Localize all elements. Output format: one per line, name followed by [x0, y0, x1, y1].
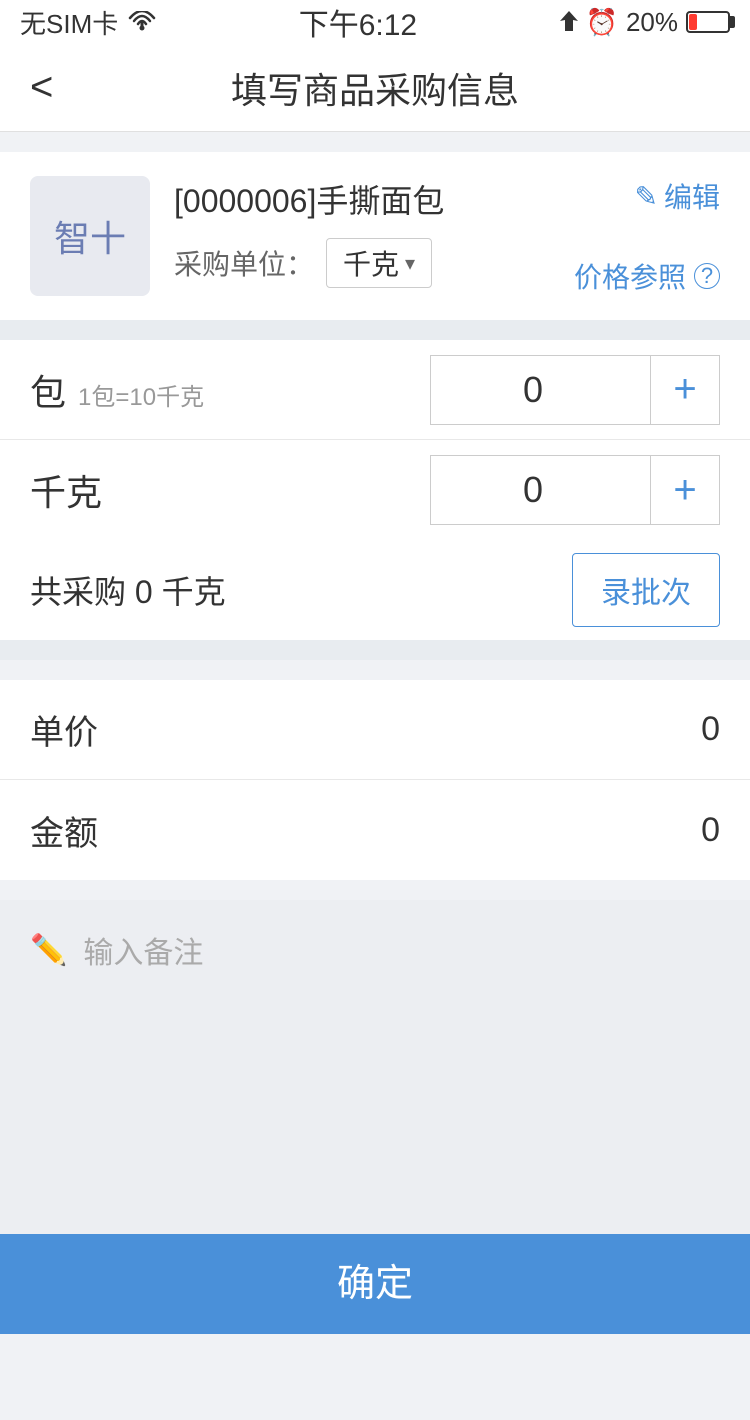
edit-label: 编辑 — [664, 176, 720, 216]
kg-label: 千克 — [30, 464, 102, 516]
alarm-icon: ⏰ — [586, 7, 618, 38]
carrier-text: 无SIM卡 — [20, 4, 118, 41]
confirm-button[interactable]: 确定 — [0, 1234, 750, 1334]
battery-percent: 20% — [626, 7, 678, 38]
batch-button[interactable]: 录批次 — [572, 553, 720, 627]
bag-label-group: 包 1包=10千克 — [30, 364, 430, 416]
section-divider-1 — [0, 320, 750, 340]
bag-input-row: 包 1包=10千克 + — [0, 340, 750, 440]
kg-plus-button[interactable]: + — [650, 455, 720, 525]
price-value: 0 — [701, 710, 720, 749]
bag-sublabel: 1包=10千克 — [78, 377, 204, 412]
input-section: 包 1包=10千克 + 千克 + — [0, 340, 750, 540]
battery-icon — [686, 11, 730, 33]
help-icon: ? — [694, 263, 720, 289]
status-bar: 无SIM卡 下午6:12 ⏰ 20% — [0, 0, 750, 44]
bag-plus-button[interactable]: + — [650, 355, 720, 425]
status-bar-left: 无SIM卡 — [20, 4, 156, 41]
status-bar-right: ⏰ 20% — [560, 7, 730, 38]
product-card: 智十 [0000006]手撕面包 采购单位： 千克 ▾ ✎ 编辑 价格参照 ? — [0, 152, 750, 320]
edit-icon: ✎ — [635, 180, 658, 213]
price-row: 单价 0 — [0, 680, 750, 780]
amount-label: 金额 — [30, 806, 98, 855]
product-image: 智十 — [30, 176, 150, 296]
price-label: 单价 — [30, 705, 98, 754]
unit-value: 千克 — [343, 243, 399, 283]
nav-bar: < 填写商品采购信息 — [0, 44, 750, 132]
chevron-down-icon: ▾ — [405, 251, 415, 276]
unit-select[interactable]: 千克 ▾ — [326, 238, 432, 288]
detail-section: 单价 0 金额 0 — [0, 680, 750, 880]
bag-label: 包 — [30, 364, 66, 416]
product-logo: 智十 — [54, 210, 126, 262]
wifi-icon — [128, 7, 156, 38]
summary-text: 共采购 0 千克 — [30, 567, 226, 613]
price-ref-label: 价格参照 — [574, 256, 686, 296]
kg-input-row: 千克 + — [0, 440, 750, 540]
bag-input-wrapper: + — [430, 355, 720, 425]
back-button[interactable]: < — [30, 65, 53, 110]
location-icon — [560, 7, 578, 38]
remark-section[interactable]: ✏️ 输入备注 — [0, 900, 750, 1000]
bag-input[interactable] — [430, 355, 650, 425]
amount-value: 0 — [701, 811, 720, 850]
amount-row: 金额 0 — [0, 780, 750, 880]
kg-input[interactable] — [430, 455, 650, 525]
unit-label: 采购单位： — [174, 243, 314, 283]
price-ref-button[interactable]: 价格参照 ? — [574, 256, 720, 296]
kg-label-group: 千克 — [30, 464, 430, 516]
status-bar-time: 下午6:12 — [299, 0, 417, 44]
kg-input-wrapper: + — [430, 455, 720, 525]
section-divider-2 — [0, 640, 750, 660]
summary-row: 共采购 0 千克 录批次 — [0, 540, 750, 640]
nav-title: 填写商品采购信息 — [231, 62, 519, 114]
pencil-icon: ✏️ — [30, 933, 67, 968]
edit-button[interactable]: ✎ 编辑 — [635, 176, 720, 216]
remark-placeholder: 输入备注 — [83, 928, 203, 972]
